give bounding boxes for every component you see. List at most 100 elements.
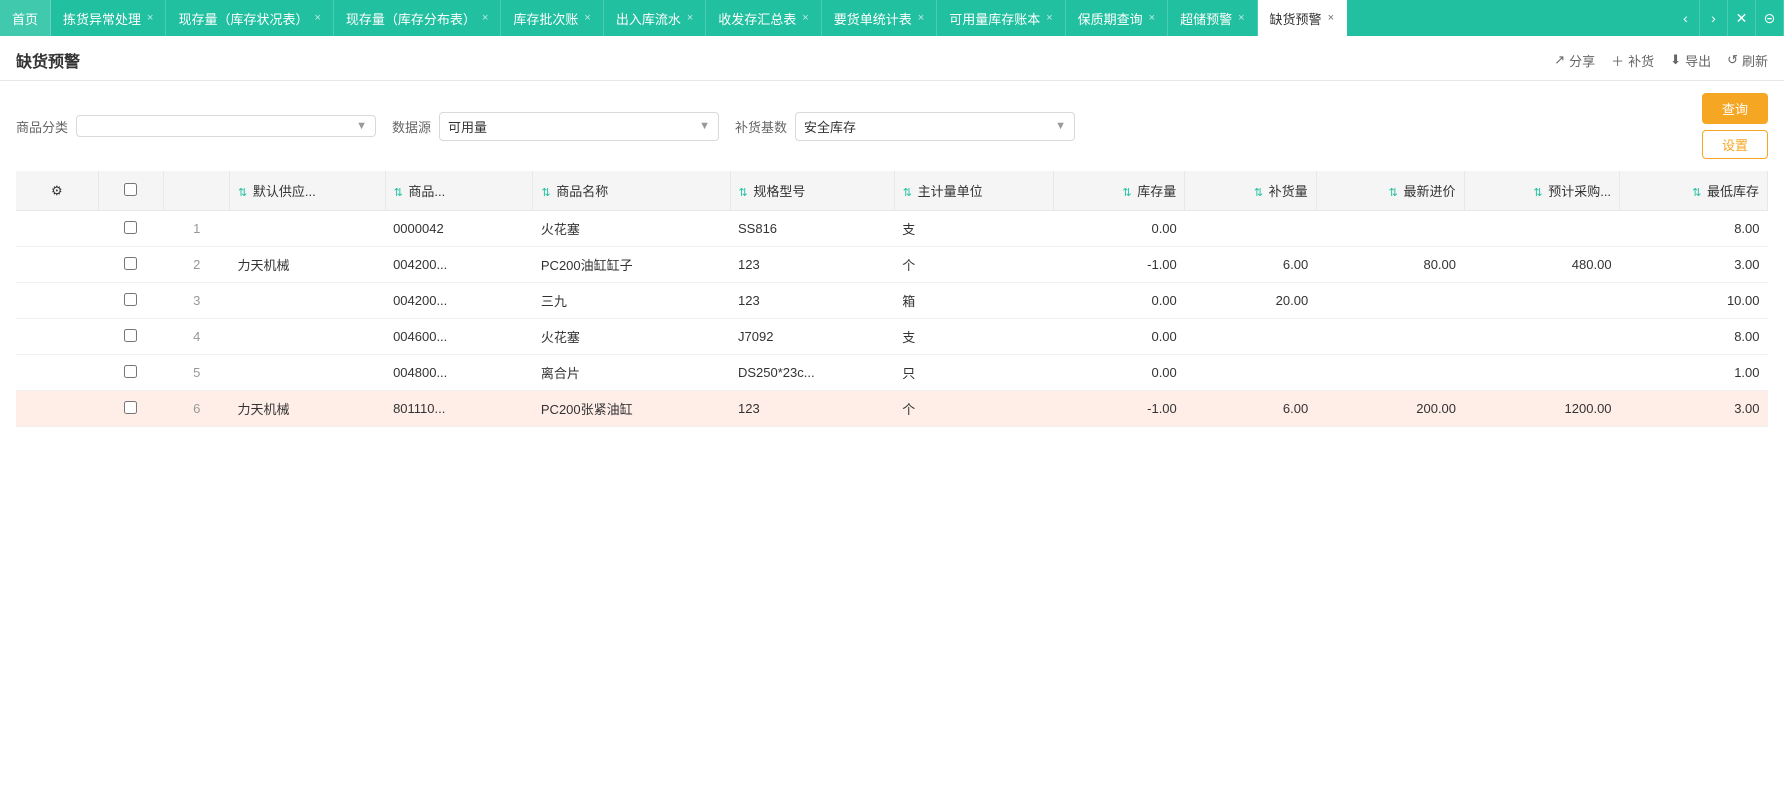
refresh-button[interactable]: ↺ 刷新 [1727,51,1768,70]
replenish-button[interactable]: ＋ 补货 [1611,51,1654,70]
row-replenish-2: 20.00 [1185,283,1316,319]
col-stock[interactable]: ⇅ 库存量 [1053,171,1184,211]
col-unit[interactable]: ⇅ 主计量单位 [894,171,1053,211]
tab-overstock[interactable]: 超储预警× [1168,0,1257,36]
tab-abnormal[interactable]: 拣货异常处理× [51,0,166,36]
tab-close-overstock[interactable]: × [1238,12,1244,24]
refresh-icon: ↺ [1727,52,1738,68]
replenish-base-label: 补货基数 [735,117,787,136]
category-select[interactable]: ▼ [76,115,376,137]
tab-close-order-stats[interactable]: × [918,12,924,24]
col-code[interactable]: ⇅ 商品... [385,171,533,211]
row-name-4: 离合片 [533,355,730,391]
col-supplier[interactable]: ⇅ 默认供应... [230,171,386,211]
tab-expiry[interactable]: 保质期查询× [1066,0,1168,36]
row-stock-1: -1.00 [1053,247,1184,283]
page-header: 缺货预警 ↗ 分享 ＋ 补货 ⬇ 导出 ↺ 刷新 [0,36,1784,81]
tab-close-available-ledger[interactable]: × [1046,12,1052,24]
row-latest-price-5: 200.00 [1316,391,1464,427]
export-button[interactable]: ⬇ 导出 [1670,51,1711,70]
tab-collect-total[interactable]: 收发存汇总表× [706,0,821,36]
row-unit-5: 个 [894,391,1053,427]
tab-order-stats[interactable]: 要货单统计表× [822,0,937,36]
tab-stock-dist[interactable]: 现存量（库存分布表）× [334,0,501,36]
table-row: 4 004600... 火花塞 J7092 支 0.00 8.00 [16,319,1768,355]
settings-button[interactable]: 设置 [1702,130,1768,159]
gear-icon[interactable]: ⚙ [51,183,63,198]
tab-close-button[interactable]: ✕ [1728,0,1756,36]
tab-stock-status[interactable]: 现存量（库存状况表）× [166,0,333,36]
query-button[interactable]: 查询 [1702,93,1768,124]
tab-inout-flow[interactable]: 出入库流水× [604,0,706,36]
row-checkbox-0[interactable] [124,221,137,234]
row-check-1[interactable] [98,247,164,283]
row-checkbox-4[interactable] [124,365,137,378]
row-spec-2: 123 [730,283,894,319]
col-settings[interactable]: ⚙ [16,171,98,211]
row-checkbox-2[interactable] [124,293,137,306]
tab-home[interactable]: 首页 [0,0,51,36]
col-min-stock[interactable]: ⇅ 最低库存 [1620,171,1768,211]
row-supplier-4 [230,355,386,391]
tab-available-ledger[interactable]: 可用量库存账本× [937,0,1065,36]
row-name-1: PC200油缸缸子 [533,247,730,283]
tab-close-expiry[interactable]: × [1149,12,1155,24]
replenish-base-select[interactable]: 安全库存 ▼ [795,112,1075,141]
row-stock-2: 0.00 [1053,283,1184,319]
share-button[interactable]: ↗ 分享 [1554,51,1595,70]
row-spec-4: DS250*23c... [730,355,894,391]
tab-close-abnormal[interactable]: × [147,12,153,24]
row-check-4[interactable] [98,355,164,391]
tab-shortage[interactable]: 缺货预警× [1258,0,1347,36]
col-replenish[interactable]: ⇅ 补货量 [1185,171,1316,211]
row-checkbox-1[interactable] [124,257,137,270]
col-forecast[interactable]: ⇅ 预计采购... [1464,171,1620,211]
category-filter-group: 商品分类 ▼ [16,115,376,137]
tab-batch[interactable]: 库存批次账× [501,0,603,36]
row-check-0[interactable] [98,211,164,247]
select-all-checkbox[interactable] [124,183,137,196]
col-spec[interactable]: ⇅ 规格型号 [730,171,894,211]
datasource-select[interactable]: 可用量 ▼ [439,112,719,141]
row-settings-0 [16,211,98,247]
tab-close-stock-status[interactable]: × [314,12,320,24]
row-checkbox-3[interactable] [124,329,137,342]
datasource-label: 数据源 [392,117,431,136]
tab-close-inout-flow[interactable]: × [687,12,693,24]
row-check-5[interactable] [98,391,164,427]
table-row: 2 力天机械 004200... PC200油缸缸子 123 个 -1.00 6… [16,247,1768,283]
datasource-value: 可用量 [448,117,691,136]
col-check [98,171,164,211]
row-settings-4 [16,355,98,391]
tab-close-shortage[interactable]: × [1328,12,1334,24]
tab-prev-button[interactable]: ‹ [1672,0,1700,36]
row-spec-1: 123 [730,247,894,283]
tab-fullscreen-button[interactable]: ⊝ [1756,0,1784,36]
col-name[interactable]: ⇅ 商品名称 [533,171,730,211]
row-checkbox-5[interactable] [124,401,137,414]
row-check-3[interactable] [98,319,164,355]
row-code-0: 0000042 [385,211,533,247]
page-title: 缺货预警 [16,48,80,72]
min-stock-sort-icon: ⇅ [1692,187,1701,199]
row-spec-3: J7092 [730,319,894,355]
tab-close-collect-total[interactable]: × [802,12,808,24]
row-latest-price-4 [1316,355,1464,391]
row-settings-1 [16,247,98,283]
filter-actions: 查询 设置 [1702,93,1768,159]
row-code-4: 004800... [385,355,533,391]
col-latest-price[interactable]: ⇅ 最新进价 [1316,171,1464,211]
tab-close-stock-dist[interactable]: × [482,12,488,24]
export-icon: ⬇ [1670,52,1681,68]
category-label: 商品分类 [16,117,68,136]
row-unit-3: 支 [894,319,1053,355]
table-header-row: ⚙ ⇅ 默认供应... ⇅ 商品... ⇅ [16,171,1768,211]
tab-next-button[interactable]: › [1700,0,1728,36]
spec-sort-icon: ⇅ [739,187,748,199]
row-forecast-3 [1464,319,1620,355]
tab-close-batch[interactable]: × [584,12,590,24]
row-supplier-2 [230,283,386,319]
row-replenish-1: 6.00 [1185,247,1316,283]
row-check-2[interactable] [98,283,164,319]
row-min-stock-0: 8.00 [1620,211,1768,247]
